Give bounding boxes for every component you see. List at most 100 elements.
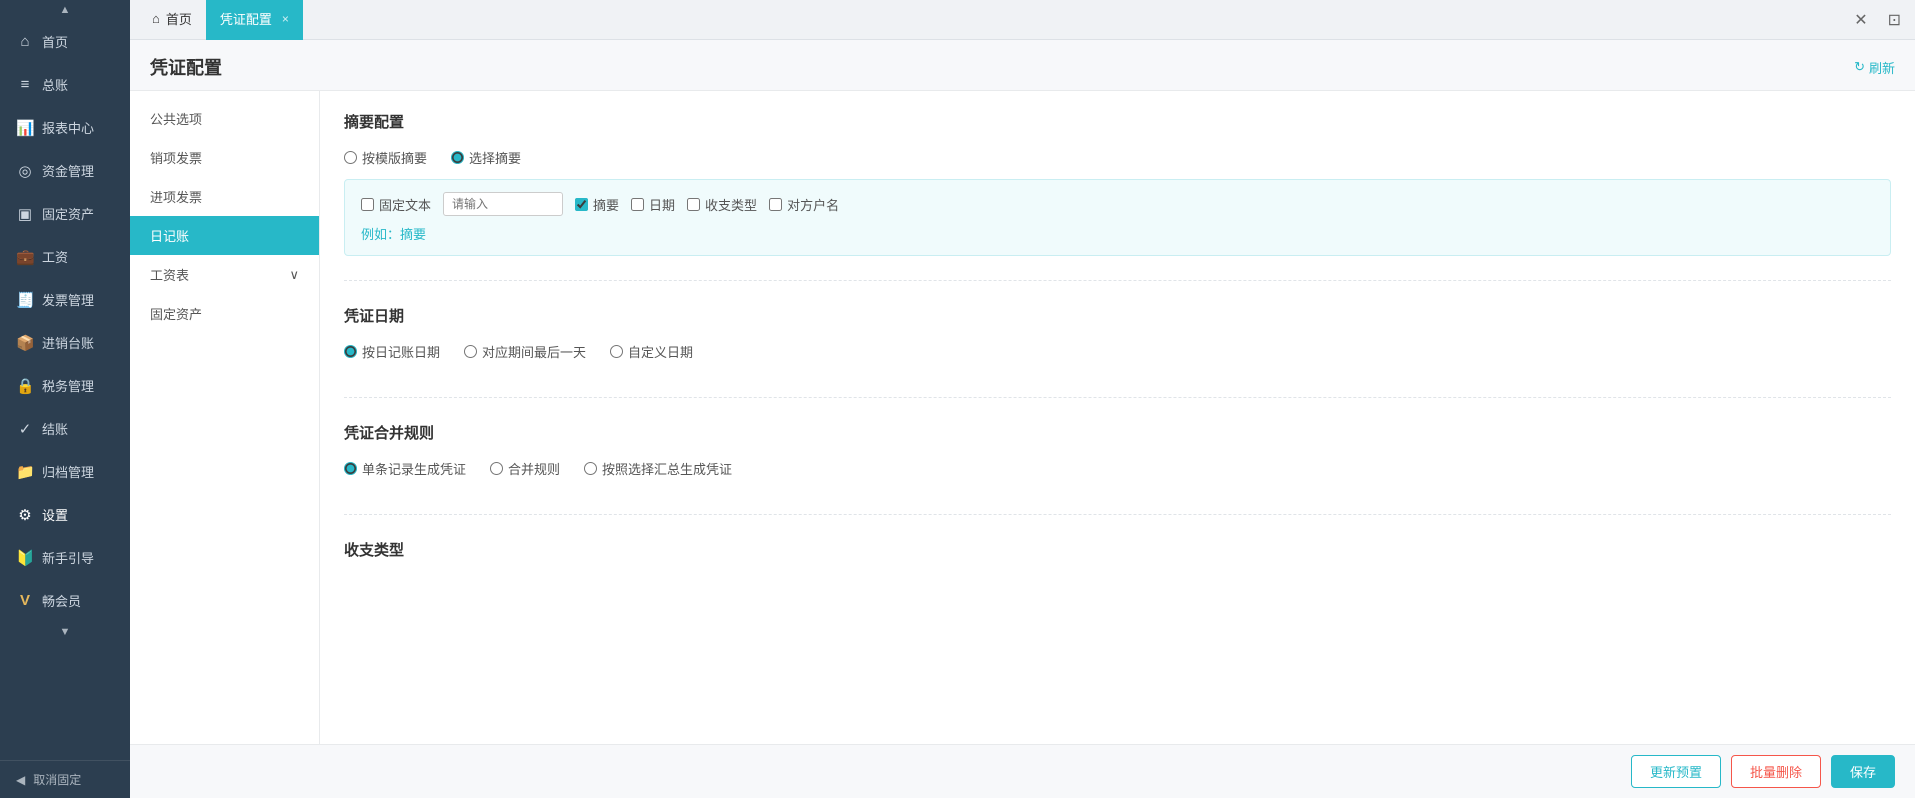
date-radio-journal-input[interactable] xyxy=(344,345,357,358)
sidebar-item-purchase-sales[interactable]: 📦 进销台账 xyxy=(0,321,130,364)
left-nav-fixed-assets[interactable]: 固定资产 xyxy=(130,294,319,333)
sidebar-item-settlement[interactable]: ✓ 结账 xyxy=(0,407,130,450)
left-nav-label-salary: 工资表 xyxy=(150,265,189,284)
main-area: ⌂ 首页 凭证配置 × ✕ ⊡ 凭证配置 ↻ 刷新 公共选项 xyxy=(130,0,1915,798)
left-nav-salary-table[interactable]: 工资表 ∨ xyxy=(130,255,319,294)
sidebar-item-label-settlement: 结账 xyxy=(42,419,68,438)
refresh-button[interactable]: ↻ 刷新 xyxy=(1854,58,1895,77)
checkbox-fixed-text-input[interactable] xyxy=(361,198,374,211)
summary-section: 摘要配置 按模版摘要 选择摘要 xyxy=(344,111,1891,281)
sidebar-item-invoice-management[interactable]: 🧾 发票管理 xyxy=(0,278,130,321)
sidebar-item-label-invoice: 发票管理 xyxy=(42,290,94,309)
sidebar: ▲ ⌂ 首页 ≡ 总账 📊 报表中心 ◎ 资金管理 ▣ 固定资产 💼 工资 🧾 … xyxy=(0,0,130,798)
summary-radio-template-label: 按模版摘要 xyxy=(362,148,427,167)
left-nav-purchase-invoice[interactable]: 进项发票 xyxy=(130,177,319,216)
refresh-label: 刷新 xyxy=(1869,58,1895,77)
sidebar-item-label-assets: 固定资产 xyxy=(42,204,94,223)
tab-home[interactable]: ⌂ 首页 xyxy=(138,0,206,40)
checkbox-fixed-text[interactable]: 固定文本 xyxy=(361,195,431,214)
fixed-text-input[interactable] xyxy=(443,192,563,216)
sidebar-item-report-center[interactable]: 📊 报表中心 xyxy=(0,106,130,149)
checkbox-date[interactable]: 日期 xyxy=(631,195,675,214)
sidebar-item-general-ledger[interactable]: ≡ 总账 xyxy=(0,63,130,106)
sidebar-item-label-fund: 资金管理 xyxy=(42,161,94,180)
merge-radio-single[interactable]: 单条记录生成凭证 xyxy=(344,459,466,478)
date-radio-period-last[interactable]: 对应期间最后一天 xyxy=(464,342,586,361)
summary-radio-template[interactable]: 按模版摘要 xyxy=(344,148,427,167)
settings-icon: ⚙ xyxy=(16,506,34,524)
right-content: 摘要配置 按模版摘要 选择摘要 xyxy=(320,91,1915,744)
sidebar-item-label-member: 畅会员 xyxy=(42,591,81,610)
date-radio-journal[interactable]: 按日记账日期 xyxy=(344,342,440,361)
tab-close-button[interactable]: × xyxy=(282,12,289,26)
left-nav-public-options[interactable]: 公共选项 xyxy=(130,99,319,138)
update-preview-button[interactable]: 更新预置 xyxy=(1631,755,1721,788)
checkbox-payment-type-input[interactable] xyxy=(687,198,700,211)
merge-radio-summary[interactable]: 按照选择汇总生成凭证 xyxy=(584,459,732,478)
window-close-button[interactable]: ✕ xyxy=(1848,8,1873,32)
sidebar-item-label-purchase: 进销台账 xyxy=(42,333,94,352)
sidebar-item-label-report: 报表中心 xyxy=(42,118,94,137)
sidebar-scroll-down[interactable]: ▼ xyxy=(0,622,130,642)
checkbox-date-input[interactable] xyxy=(631,198,644,211)
date-option1-label: 按日记账日期 xyxy=(362,342,440,361)
voucher-date-section: 凭证日期 按日记账日期 对应期间最后一天 自定义日期 xyxy=(344,305,1891,398)
summary-checkbox-row: 固定文本 摘要 日期 xyxy=(361,192,1874,216)
left-nav-label-sales: 销项发票 xyxy=(150,148,202,167)
content-area: 凭证配置 ↻ 刷新 公共选项 销项发票 进项发票 日记账 xyxy=(130,40,1915,798)
tab-voucher-config[interactable]: 凭证配置 × xyxy=(206,0,303,40)
tab-active-label: 凭证配置 xyxy=(220,9,272,28)
fixed-text-label: 固定文本 xyxy=(379,195,431,214)
left-nav-journal[interactable]: 日记账 xyxy=(130,216,319,255)
batch-delete-button[interactable]: 批量删除 xyxy=(1731,755,1821,788)
unpin-button[interactable]: ◀ 取消固定 xyxy=(0,761,130,798)
receipt-type-section: 收支类型 xyxy=(344,539,1891,600)
sidebar-item-archive[interactable]: 📁 归档管理 xyxy=(0,450,130,493)
sidebar-item-salary[interactable]: 💼 工资 xyxy=(0,235,130,278)
tax-icon: 🔒 xyxy=(16,377,34,395)
sidebar-scroll-up[interactable]: ▲ xyxy=(0,0,130,20)
summary-radio-select[interactable]: 选择摘要 xyxy=(451,148,521,167)
sidebar-item-settings[interactable]: ⚙ 设置 xyxy=(0,493,130,536)
home-tab-icon: ⌂ xyxy=(152,11,160,26)
checkbox-summary[interactable]: 摘要 xyxy=(575,195,619,214)
sidebar-item-tax-management[interactable]: 🔒 税务管理 xyxy=(0,364,130,407)
checkbox-summary-input[interactable] xyxy=(575,198,588,211)
member-icon: V xyxy=(16,592,34,609)
left-nav-label-public: 公共选项 xyxy=(150,109,202,128)
sidebar-item-member[interactable]: V 畅会员 xyxy=(0,579,130,622)
merge-radio-summary-input[interactable] xyxy=(584,462,597,475)
merge-radio-rule[interactable]: 合并规则 xyxy=(490,459,560,478)
voucher-merge-section: 凭证合并规则 单条记录生成凭证 合并规则 按照选择汇总生成凭证 xyxy=(344,422,1891,515)
checkbox-counterpart-input[interactable] xyxy=(769,198,782,211)
payment-type-label: 收支类型 xyxy=(705,195,757,214)
sidebar-item-label-salary: 工资 xyxy=(42,247,68,266)
date-radio-custom-input[interactable] xyxy=(610,345,623,358)
report-icon: 📊 xyxy=(16,119,34,137)
tab-bar: ⌂ 首页 凭证配置 × ✕ ⊡ xyxy=(130,0,1915,40)
purchase-icon: 📦 xyxy=(16,334,34,352)
archive-icon: 📁 xyxy=(16,463,34,481)
checkbox-payment-type[interactable]: 收支类型 xyxy=(687,195,757,214)
voucher-merge-radio-group: 单条记录生成凭证 合并规则 按照选择汇总生成凭证 xyxy=(344,459,1891,478)
window-maximize-button[interactable]: ⊡ xyxy=(1882,8,1907,32)
sidebar-item-fixed-assets[interactable]: ▣ 固定资产 xyxy=(0,192,130,235)
save-button[interactable]: 保存 xyxy=(1831,755,1895,788)
receipt-type-title: 收支类型 xyxy=(344,539,1891,560)
summary-radio-group: 按模版摘要 选择摘要 xyxy=(344,148,1891,167)
checkbox-counterpart[interactable]: 对方户名 xyxy=(769,195,839,214)
date-radio-period-last-input[interactable] xyxy=(464,345,477,358)
date-radio-custom[interactable]: 自定义日期 xyxy=(610,342,693,361)
summary-radio-select-label: 选择摘要 xyxy=(469,148,521,167)
sidebar-item-fund-management[interactable]: ◎ 资金管理 xyxy=(0,149,130,192)
sidebar-item-guide[interactable]: 🔰 新手引导 xyxy=(0,536,130,579)
summary-radio-template-input[interactable] xyxy=(344,151,357,164)
merge-radio-rule-input[interactable] xyxy=(490,462,503,475)
voucher-date-title: 凭证日期 xyxy=(344,305,1891,326)
merge-radio-single-input[interactable] xyxy=(344,462,357,475)
sidebar-item-home[interactable]: ⌂ 首页 xyxy=(0,20,130,63)
example-text: 例如：摘要 xyxy=(361,224,1874,243)
summary-radio-select-input[interactable] xyxy=(451,151,464,164)
left-nav-sales-invoice[interactable]: 销项发票 xyxy=(130,138,319,177)
date-option3-label: 自定义日期 xyxy=(628,342,693,361)
